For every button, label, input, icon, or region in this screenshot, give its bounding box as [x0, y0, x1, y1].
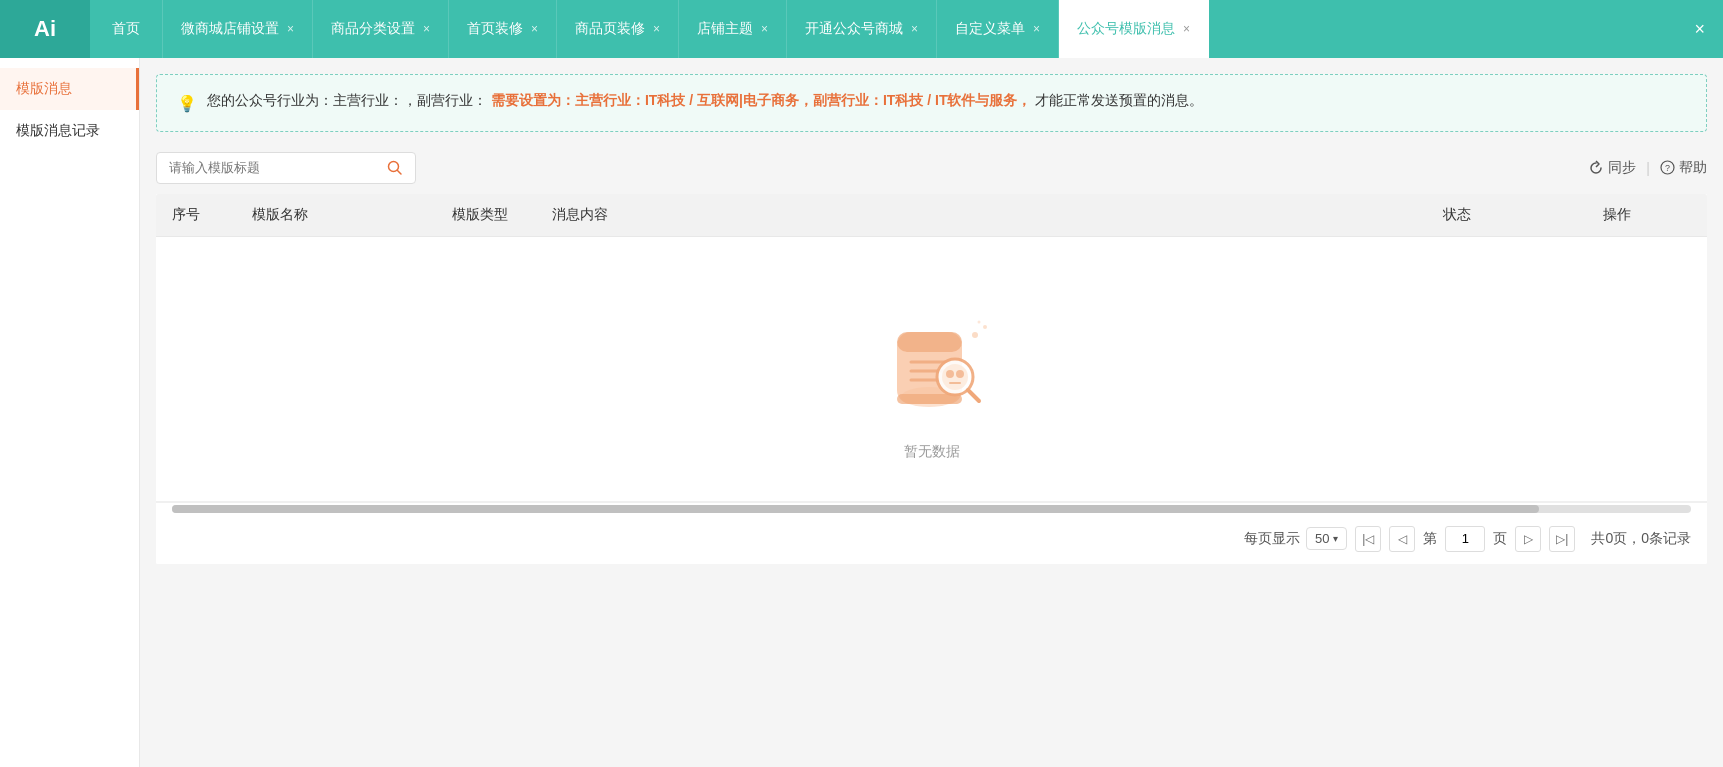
nav-tab-close-product[interactable]: × [653, 22, 660, 36]
svg-point-19 [977, 320, 980, 323]
prev-page-button[interactable]: ◁ [1389, 526, 1415, 552]
svg-point-18 [983, 325, 987, 329]
content-area: 💡 您的公众号行业为：主营行业：，副营行业： 需要设置为：主营行业：IT科技 /… [140, 58, 1723, 767]
divider: | [1646, 160, 1650, 176]
nav-tab-label-homepage: 首页装修 [467, 20, 523, 38]
help-icon: ? [1660, 160, 1675, 175]
nav-tab-product[interactable]: 商品页装修 × [557, 0, 679, 58]
nav-tab-label-template: 公众号模版消息 [1077, 20, 1175, 38]
nav-tab-theme[interactable]: 店铺主题 × [679, 0, 787, 58]
nav-tab-close-weishop[interactable]: × [287, 22, 294, 36]
nav-tab-category[interactable]: 商品分类设置 × [313, 0, 449, 58]
sync-label: 同步 [1608, 159, 1636, 177]
page-input[interactable] [1445, 526, 1485, 552]
nav-tab-homepage[interactable]: 首页装修 × [449, 0, 557, 58]
per-page-select[interactable]: 50 ▾ [1306, 527, 1347, 550]
nav-tab-close-custommenu[interactable]: × [1033, 22, 1040, 36]
nav-tab-close-homepage[interactable]: × [531, 22, 538, 36]
sidebar-item-template-msg[interactable]: 模版消息 [0, 68, 139, 110]
svg-rect-6 [897, 332, 962, 352]
notice-highlight: 需要设置为：主营行业：IT科技 / 互联网|电子商务，副营行业：IT科技 / I… [491, 92, 1032, 108]
svg-text:?: ? [1665, 163, 1670, 173]
nav-tab-close-category[interactable]: × [423, 22, 430, 36]
notice-suffix: 才能正常发送预置的消息。 [1035, 92, 1203, 108]
search-area [156, 152, 416, 184]
table-body: 暂无数据 [156, 236, 1707, 501]
nav-tabs: 首页微商城店铺设置×商品分类设置×首页装修×商品页装修×店铺主题×开通公众号商城… [90, 0, 1676, 58]
scrollbar-thumb[interactable] [172, 505, 1539, 513]
nav-tab-close-template[interactable]: × [1183, 22, 1190, 36]
search-button[interactable] [375, 153, 415, 183]
nav-tab-label-category: 商品分类设置 [331, 20, 415, 38]
empty-state-row: 暂无数据 [156, 236, 1707, 501]
col-header-seq: 序号 [156, 194, 236, 237]
notice-box: 💡 您的公众号行业为：主营行业：，副营行业： 需要设置为：主营行业：IT科技 /… [156, 74, 1707, 132]
nav-tab-weishop[interactable]: 微商城店铺设置 × [163, 0, 313, 58]
empty-illustration [867, 297, 997, 427]
notice-text: 您的公众号行业为：主营行业：，副营行业： 需要设置为：主营行业：IT科技 / 互… [207, 89, 1686, 111]
pagination-summary: 共0页，0条记录 [1591, 530, 1691, 548]
help-button[interactable]: ? 帮助 [1660, 159, 1707, 177]
page-label-post: 页 [1493, 530, 1507, 548]
header-row: 序号 模版名称 模版类型 消息内容 状态 操作 [156, 194, 1707, 237]
nav-tab-custommenu[interactable]: 自定义菜单 × [937, 0, 1059, 58]
first-page-button[interactable]: |◁ [1355, 526, 1381, 552]
per-page-selector: 每页显示 50 ▾ [1244, 527, 1347, 550]
col-header-content: 消息内容 [536, 194, 1427, 237]
sidebar: 模版消息模版消息记录 [0, 58, 140, 767]
last-page-button[interactable]: ▷| [1549, 526, 1575, 552]
table-container: 序号 模版名称 模版类型 消息内容 状态 操作 [156, 194, 1707, 564]
svg-point-15 [956, 370, 964, 378]
nav-tab-label-official: 开通公众号商城 [805, 20, 903, 38]
svg-point-12 [942, 364, 968, 390]
nav-tab-label-product: 商品页装修 [575, 20, 645, 38]
help-label: 帮助 [1679, 159, 1707, 177]
nav-tab-close-theme[interactable]: × [761, 22, 768, 36]
main-layout: 模版消息模版消息记录 💡 您的公众号行业为：主营行业：，副营行业： 需要设置为：… [0, 58, 1723, 767]
top-nav: Ai 首页微商城店铺设置×商品分类设置×首页装修×商品页装修×店铺主题×开通公众… [0, 0, 1723, 58]
horizontal-scrollbar[interactable] [156, 502, 1707, 514]
per-page-value: 50 [1315, 531, 1329, 546]
sync-icon [1588, 160, 1604, 176]
page-label-pre: 第 [1423, 530, 1437, 548]
toolbar: 同步 | ? 帮助 [156, 152, 1707, 184]
col-header-type: 模版类型 [436, 194, 536, 237]
svg-point-14 [946, 370, 954, 378]
svg-line-1 [398, 170, 402, 174]
empty-state: 暂无数据 [156, 237, 1707, 501]
next-page-button[interactable]: ▷ [1515, 526, 1541, 552]
nav-tab-label-theme: 店铺主题 [697, 20, 753, 38]
nav-tab-close-official[interactable]: × [911, 22, 918, 36]
bulb-icon: 💡 [177, 91, 197, 117]
nav-tab-label-custommenu: 自定义菜单 [955, 20, 1025, 38]
scrollbar-track [172, 505, 1691, 513]
chevron-down-icon: ▾ [1333, 533, 1338, 544]
svg-point-17 [972, 332, 978, 338]
col-header-status: 状态 [1427, 194, 1587, 237]
notice-prefix: 您的公众号行业为：主营行业：，副营行业： [207, 92, 487, 108]
empty-text: 暂无数据 [904, 443, 960, 461]
table-header: 序号 模版名称 模版类型 消息内容 状态 操作 [156, 194, 1707, 237]
data-table: 序号 模版名称 模版类型 消息内容 状态 操作 [156, 194, 1707, 502]
logo: Ai [0, 0, 90, 58]
per-page-label: 每页显示 [1244, 530, 1300, 548]
col-header-name: 模版名称 [236, 194, 436, 237]
sidebar-item-template-log[interactable]: 模版消息记录 [0, 110, 139, 152]
nav-tab-label-home: 首页 [112, 20, 140, 38]
sync-button[interactable]: 同步 [1588, 159, 1636, 177]
nav-tab-home[interactable]: 首页 [90, 0, 163, 58]
nav-tab-official[interactable]: 开通公众号商城 × [787, 0, 937, 58]
pagination: 每页显示 50 ▾ |◁ ◁ 第 页 ▷ ▷| 共0页，0条记录 [156, 514, 1707, 564]
col-header-action: 操作 [1587, 194, 1707, 237]
nav-tab-label-weishop: 微商城店铺设置 [181, 20, 279, 38]
global-close-button[interactable]: × [1676, 19, 1723, 40]
toolbar-right: 同步 | ? 帮助 [1588, 159, 1707, 177]
search-icon [387, 160, 403, 176]
nav-tab-template[interactable]: 公众号模版消息 × [1059, 0, 1209, 58]
svg-line-13 [968, 390, 979, 401]
empty-state-cell: 暂无数据 [156, 236, 1707, 501]
search-input[interactable] [157, 153, 375, 182]
